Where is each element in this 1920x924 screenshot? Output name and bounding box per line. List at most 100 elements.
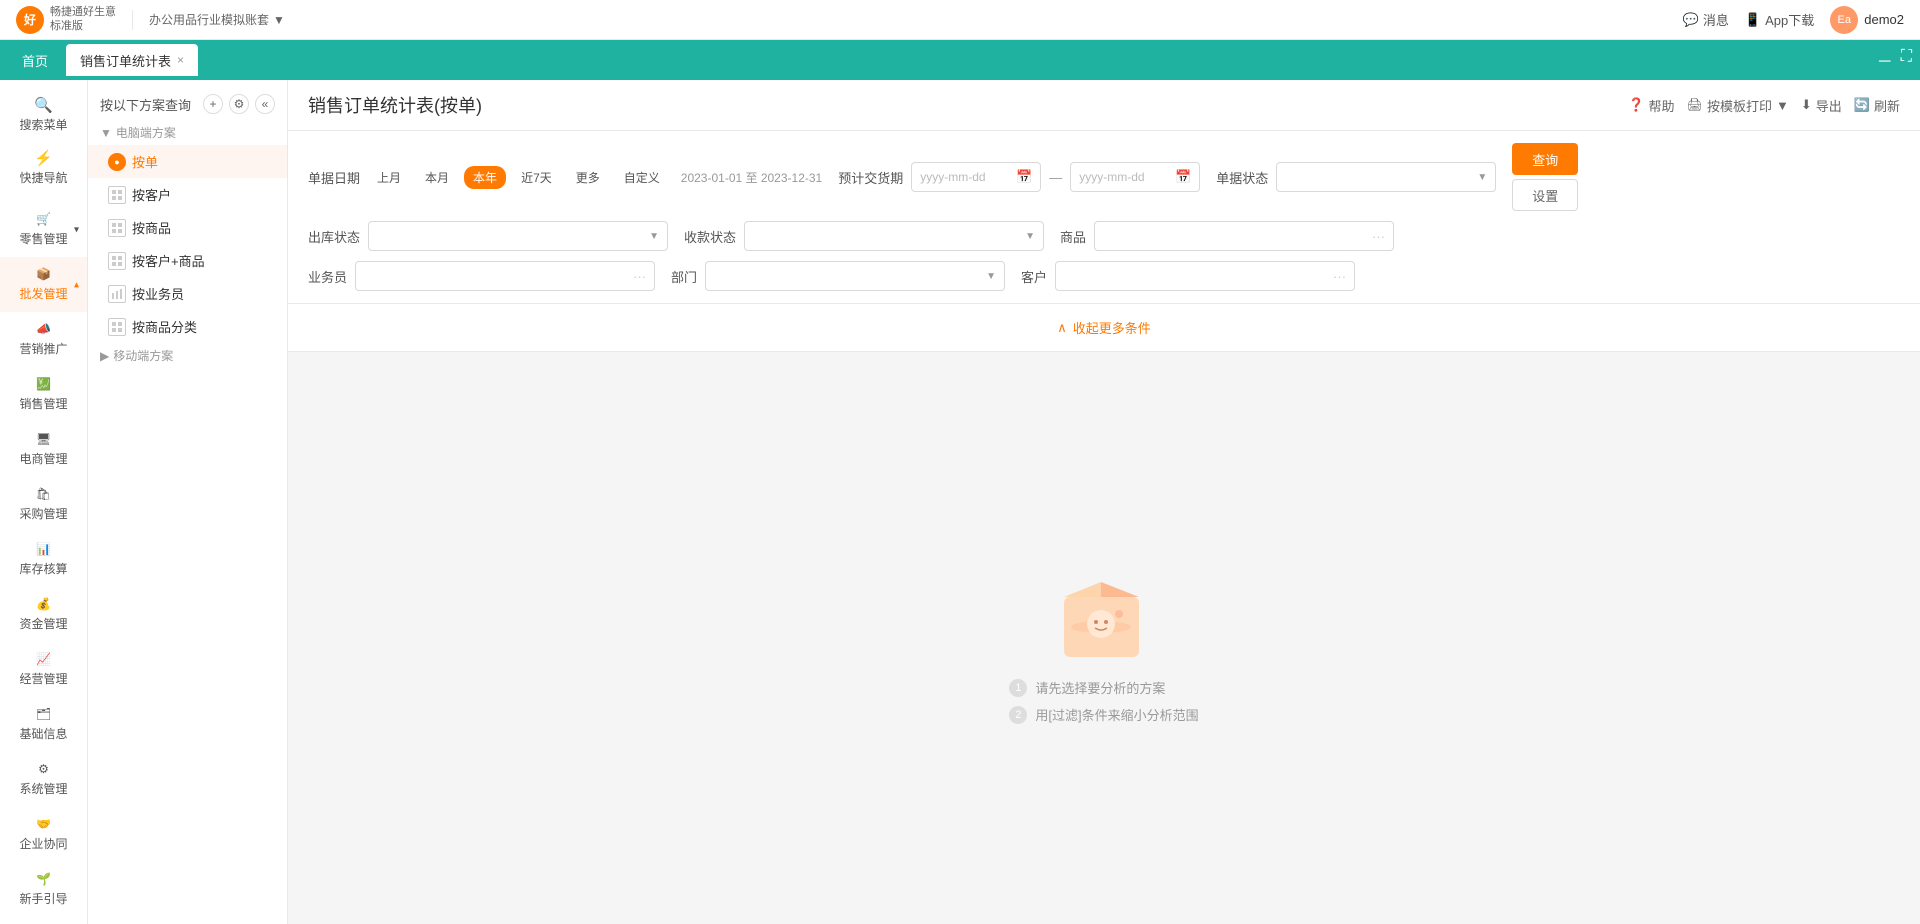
delivery-select[interactable]: ▼: [368, 221, 668, 251]
minimize-icon[interactable]: －: [1877, 48, 1893, 72]
user-profile[interactable]: Ea demo2: [1830, 6, 1904, 34]
customer-select[interactable]: ···: [1055, 261, 1355, 291]
filter-row-3: 业务员 ··· 部门 ▼ 客户: [308, 261, 1900, 291]
basic-icon: 🗂: [36, 707, 51, 721]
tree-expand-icon[interactable]: ▼: [100, 126, 112, 140]
tab-close-icon[interactable]: ×: [177, 53, 184, 67]
scheme-by-product[interactable]: 按商品: [88, 211, 287, 244]
sidebar-item-operations[interactable]: 📈 经营管理: [0, 642, 87, 697]
message-button[interactable]: 💬 消息: [1683, 10, 1729, 29]
left-panel: 按以下方案查询 + ⚙ « ▼ 电脑端方案 ● 按单 按客户: [88, 80, 288, 924]
sidebar-item-marketing[interactable]: 📣 营销推广: [0, 312, 87, 367]
empty-state: 1 请先选择要分析的方案 2 用[过滤]条件来缩小分析范围: [1009, 552, 1198, 724]
marketing-icon: 📣: [36, 322, 51, 336]
sidebar-item-retail[interactable]: 🛒 零售管理 ▾: [0, 202, 87, 257]
collapse-filters-button[interactable]: ∧ 收起更多条件: [1037, 310, 1171, 345]
operations-icon: 📈: [36, 652, 51, 666]
customer-more-icon[interactable]: ···: [1333, 269, 1346, 284]
department-select[interactable]: ▼: [705, 261, 1005, 291]
sidebar: 🔍 搜索菜单 ⚡ 快捷导航 🛒 零售管理 ▾ 📦 批发管理 ▴ 📣 营销推广 💹…: [0, 80, 88, 924]
scheme-by-salesperson[interactable]: 按业务员: [88, 277, 287, 310]
message-icon: 💬: [1683, 12, 1699, 28]
scheme-settings-button[interactable]: ⚙: [229, 94, 249, 114]
status-dropdown-arrow-icon: ▼: [1477, 172, 1487, 183]
sales-icon: 💹: [36, 377, 51, 391]
add-scheme-button[interactable]: +: [203, 94, 223, 114]
delivery-status-group: 出库状态 ▼: [308, 221, 668, 251]
status-select[interactable]: ▼: [1276, 162, 1496, 192]
page-actions: ❓ 帮助 🖨 按模板打印 ▼ ⬇ 导出 🔄 刷新: [1628, 96, 1900, 115]
mobile-section: ▶ 移动端方案: [88, 343, 287, 368]
tab-bar: 首页 销售订单统计表 × － ⛶: [0, 40, 1920, 80]
last-month-btn[interactable]: 上月: [368, 166, 410, 189]
last-7-days-btn[interactable]: 近7天: [512, 166, 561, 189]
this-month-btn[interactable]: 本月: [416, 166, 458, 189]
sidebar-search[interactable]: 🔍 搜索菜单: [0, 88, 87, 141]
sidebar-item-wholesale[interactable]: 📦 批发管理 ▴: [0, 257, 87, 312]
sidebar-item-finance[interactable]: 💰 资金管理: [0, 587, 87, 642]
collapse-panel-button[interactable]: «: [255, 94, 275, 114]
app-download-button[interactable]: 📱 App下载: [1745, 10, 1814, 29]
salesperson-filter-group: 业务员 ···: [308, 261, 655, 291]
department-label: 部门: [671, 267, 697, 286]
sidebar-item-purchase[interactable]: 🛍 采购管理: [0, 477, 87, 532]
query-button[interactable]: 查询: [1512, 143, 1578, 175]
tip2-num: 2: [1009, 706, 1027, 724]
template-print-button[interactable]: 🖨 按模板打印 ▼: [1686, 96, 1788, 115]
custom-date-btn[interactable]: 自定义: [615, 166, 669, 189]
system-icon: ⚙: [38, 762, 49, 776]
breadcrumb-dropdown[interactable]: 办公用品行业模拟账套 ▼: [149, 11, 285, 28]
refresh-icon: 🔄: [1854, 97, 1870, 113]
tab-order-stats[interactable]: 销售订单统计表 ×: [66, 44, 198, 76]
by-customer-product-icon: [108, 252, 126, 270]
help-icon: ❓: [1628, 97, 1644, 113]
sidebar-item-enterprise[interactable]: 🤝 企业协同: [0, 807, 87, 862]
product-select[interactable]: ···: [1094, 221, 1394, 251]
content-area: 按以下方案查询 + ⚙ « ▼ 电脑端方案 ● 按单 按客户: [88, 80, 1920, 924]
maximize-icon[interactable]: ⛶: [1901, 48, 1912, 72]
scheme-by-category[interactable]: 按商品分类: [88, 310, 287, 343]
page-header: 销售订单统计表(按单) ❓ 帮助 🖨 按模板打印 ▼ ⬇ 导出: [288, 80, 1920, 131]
product-more-icon[interactable]: ···: [1372, 229, 1385, 244]
sidebar-item-apps[interactable]: 🔲 应用中心: [0, 917, 87, 924]
sidebar-item-ecommerce[interactable]: 🖥 电商管理: [0, 422, 87, 477]
sidebar-item-sales[interactable]: 💹 销售管理: [0, 367, 87, 422]
help-button[interactable]: ❓ 帮助: [1628, 96, 1674, 115]
tab-bar-actions: － ⛶: [1877, 48, 1912, 72]
logo-icon: 好: [16, 6, 44, 34]
by-order-icon: ●: [108, 153, 126, 171]
this-year-btn[interactable]: 本年: [464, 166, 506, 189]
expected-date-to-input[interactable]: yyyy-mm-dd 📅: [1070, 162, 1200, 192]
empty-tip-2: 2 用[过滤]条件来缩小分析范围: [1009, 705, 1198, 724]
empty-tips: 1 请先选择要分析的方案 2 用[过滤]条件来缩小分析范围: [1009, 678, 1198, 724]
filter-row-2: 出库状态 ▼ 收款状态 ▼ 商品: [308, 221, 1900, 251]
scheme-by-customer-product[interactable]: 按客户+商品: [88, 244, 287, 277]
print-dropdown-arrow-icon: ▼: [1776, 98, 1789, 113]
payment-select[interactable]: ▼: [744, 221, 1044, 251]
app-icon: 📱: [1745, 12, 1761, 28]
product-label: 商品: [1060, 227, 1086, 246]
sidebar-item-inventory[interactable]: 📊 库存核算: [0, 532, 87, 587]
sidebar-item-newbie[interactable]: 🌱 新手引导: [0, 862, 87, 917]
date-divider: —: [1049, 170, 1062, 185]
results-area: 1 请先选择要分析的方案 2 用[过滤]条件来缩小分析范围: [288, 352, 1920, 924]
more-date-btn[interactable]: 更多: [567, 166, 609, 189]
status-filter-group: 单据状态 ▼: [1216, 162, 1496, 192]
left-panel-header: 按以下方案查询 + ⚙ «: [88, 88, 287, 120]
scheme-by-customer[interactable]: 按客户: [88, 178, 287, 211]
salesperson-more-icon[interactable]: ···: [633, 269, 646, 284]
search-icon: 🔍: [34, 96, 53, 114]
refresh-button[interactable]: 🔄 刷新: [1854, 96, 1900, 115]
scheme-by-order[interactable]: ● 按单: [88, 145, 287, 178]
salesperson-select[interactable]: ···: [355, 261, 655, 291]
sidebar-quick-nav[interactable]: ⚡ 快捷导航: [0, 141, 87, 194]
sidebar-item-basic[interactable]: 🗂 基础信息: [0, 697, 87, 752]
expected-date-from-input[interactable]: yyyy-mm-dd 📅: [911, 162, 1041, 192]
export-button[interactable]: ⬇ 导出: [1801, 96, 1842, 115]
setting-button[interactable]: 设置: [1512, 179, 1578, 211]
tab-home[interactable]: 首页: [8, 44, 62, 76]
page-title: 销售订单统计表(按单): [308, 92, 482, 118]
mobile-expand-icon[interactable]: ▶: [100, 349, 109, 363]
sidebar-item-system[interactable]: ⚙ 系统管理: [0, 752, 87, 807]
tip1-num: 1: [1009, 679, 1027, 697]
